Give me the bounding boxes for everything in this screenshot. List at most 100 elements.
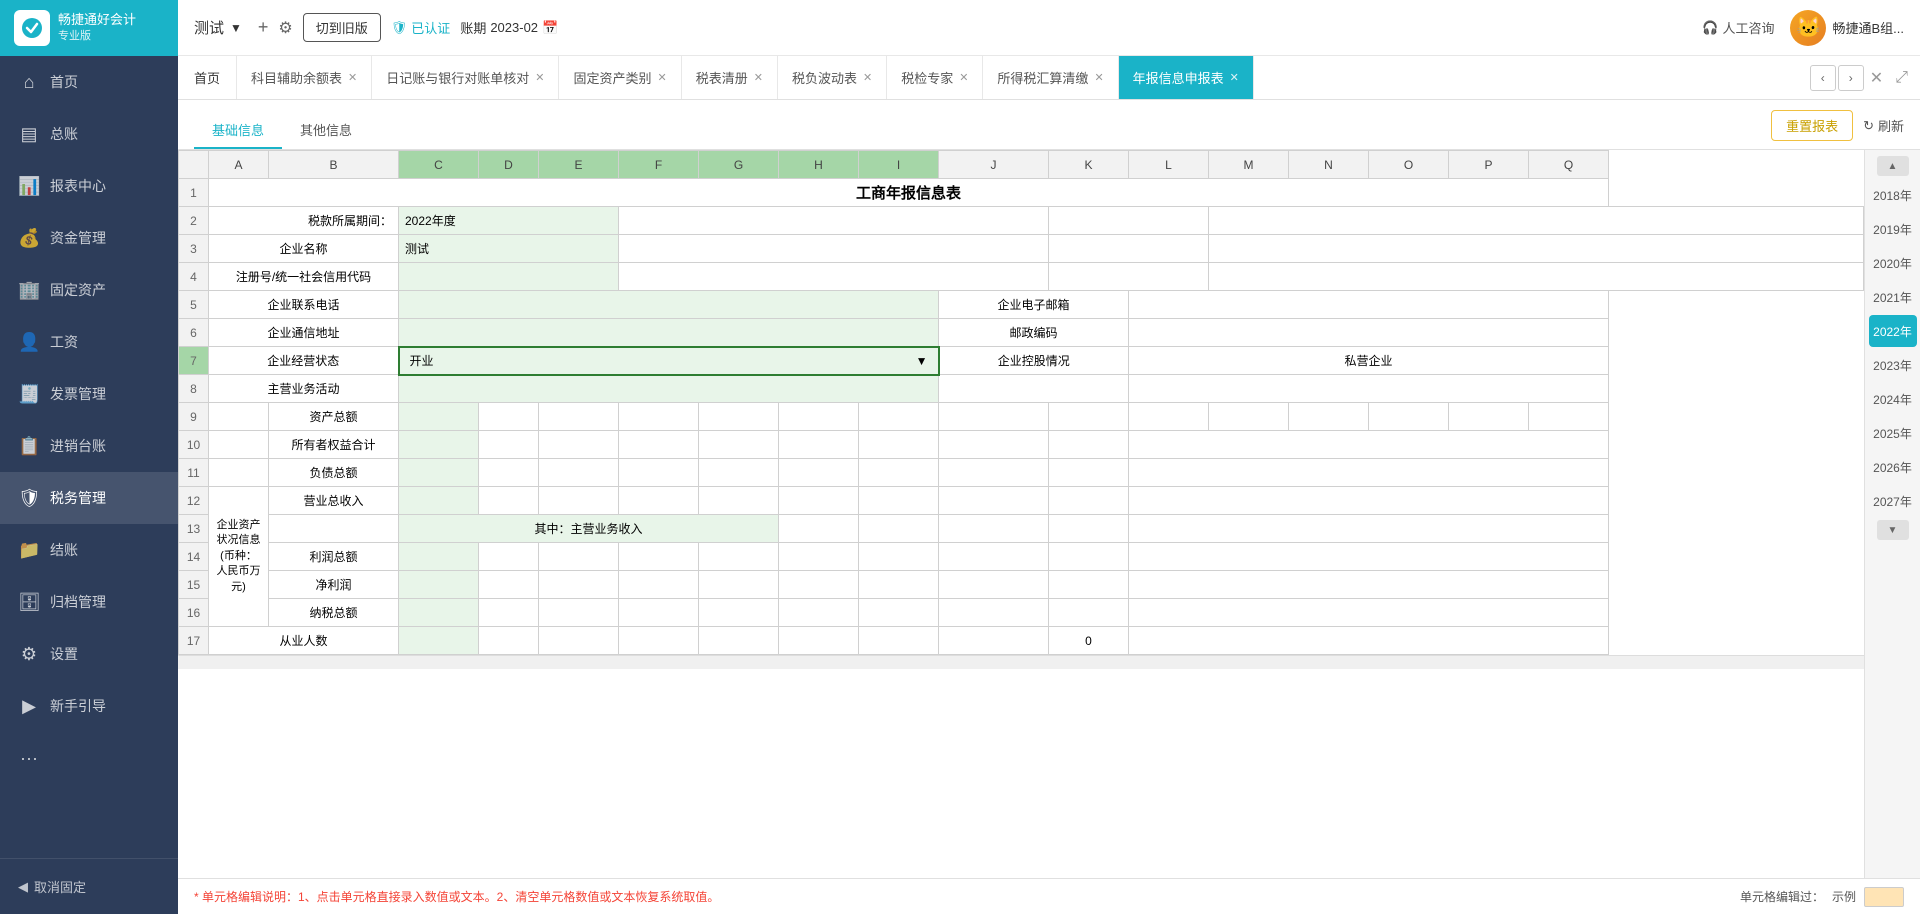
cell-i9[interactable] [859,403,939,431]
cell-b15[interactable]: 净利润 [269,571,399,599]
add-icon[interactable]: + [258,17,269,38]
tab-income-tax[interactable]: 所得税汇算清缴 ✕ [983,56,1118,99]
cell-l13[interactable] [1129,515,1609,543]
cell-m9[interactable] [1209,403,1289,431]
cell-e16[interactable] [539,599,619,627]
cell-c5[interactable] [399,291,939,319]
cell-c4[interactable] [399,263,619,291]
cell-j2[interactable] [1049,207,1209,235]
cell-f14[interactable] [619,543,699,571]
cell-a9[interactable] [209,403,269,431]
cell-j17[interactable] [939,627,1049,655]
cell-d10[interactable] [479,431,539,459]
cell-j13[interactable] [939,515,1049,543]
cell-o9[interactable] [1369,403,1449,431]
horizontal-scrollbar[interactable] [178,655,1864,669]
sidebar-item-more[interactable]: ··· [0,732,178,784]
cell-l3[interactable] [1209,235,1864,263]
cell-f4[interactable] [619,263,1049,291]
cell-l11[interactable] [1129,459,1609,487]
cell-h16[interactable] [779,599,859,627]
cell-c13[interactable]: 其中：主营业务收入 [399,515,779,543]
calendar-icon[interactable]: 📅 [542,20,558,36]
sidebar-item-assets[interactable]: 🏢 固定资产 [0,264,178,316]
year-item-2022[interactable]: 2022年 [1869,315,1917,347]
col-header-f[interactable]: F [619,151,699,179]
cell-c3[interactable]: 测试 [399,235,619,263]
cancel-fixed-btn[interactable]: ◀ 取消固定 [14,869,164,904]
cell-g15[interactable] [699,571,779,599]
cell-d17[interactable] [479,627,539,655]
cell-a6[interactable]: 企业通信地址 [209,319,399,347]
cell-c14[interactable] [399,543,479,571]
cell-e12[interactable] [539,487,619,515]
cell-f12[interactable] [619,487,699,515]
cell-c12[interactable] [399,487,479,515]
cell-f9[interactable] [619,403,699,431]
sidebar-item-guide[interactable]: ▶ 新手引导 [0,680,178,732]
tab-tax-wave-close[interactable]: ✕ [863,71,872,84]
cell-e11[interactable] [539,459,619,487]
cell-a4[interactable]: 注册号/统一社会信用代码 [209,263,399,291]
col-header-e[interactable]: E [539,151,619,179]
tab-tax-clear-close[interactable]: ✕ [754,71,763,84]
cell-h17[interactable] [779,627,859,655]
cell-k16[interactable] [1049,599,1129,627]
cell-a2[interactable]: 税款所属期间： [209,207,399,235]
cell-d15[interactable] [479,571,539,599]
cell-k15[interactable] [1049,571,1129,599]
refresh-button[interactable]: ↻ 刷新 [1863,110,1904,141]
tab-close-all-button[interactable]: ✕ [1866,68,1887,88]
consult-button[interactable]: 🎧 人工咨询 [1702,18,1774,37]
operating-status-dropdown[interactable]: 开业 ▼ [406,348,932,374]
cell-j5[interactable]: 企业电子邮箱 [939,291,1129,319]
col-header-g[interactable]: G [699,151,779,179]
cell-c6[interactable] [399,319,939,347]
spreadsheet[interactable]: A B C D E F G H I J K L [178,150,1864,878]
tab-fixed-cat-close[interactable]: ✕ [658,71,667,84]
col-header-b[interactable]: B [269,151,399,179]
year-item-2019[interactable]: 2019年 [1869,213,1917,245]
col-header-c[interactable]: C [399,151,479,179]
sidebar-item-tax[interactable]: 🛡 税务管理 [0,472,178,524]
cell-i10[interactable] [859,431,939,459]
cell-j12[interactable] [939,487,1049,515]
col-header-q[interactable]: Q [1529,151,1609,179]
sheet-title-cell[interactable]: 工商年报信息表 [209,179,1609,207]
cell-c7[interactable]: 开业 ▼ [399,347,939,375]
col-header-d[interactable]: D [479,151,539,179]
sub-tab-basic[interactable]: 基础信息 [194,112,282,149]
sidebar-item-funds[interactable]: 💰 资金管理 [0,212,178,264]
sidebar-item-reports[interactable]: 📊 报表中心 [0,160,178,212]
cell-f3[interactable] [619,235,1049,263]
cell-q9[interactable] [1529,403,1609,431]
cell-h10[interactable] [779,431,859,459]
cell-c2[interactable]: 2022年度 [399,207,619,235]
cell-h11[interactable] [779,459,859,487]
cell-f11[interactable] [619,459,699,487]
cell-l8[interactable] [1129,375,1609,403]
cell-l2[interactable] [1209,207,1864,235]
cell-c10[interactable] [399,431,479,459]
cell-b13[interactable] [269,515,399,543]
cell-a8[interactable]: 主营业务活动 [209,375,399,403]
cell-n9[interactable] [1289,403,1369,431]
cell-k12[interactable] [1049,487,1129,515]
tab-fixed-cat[interactable]: 固定资产类别 ✕ [559,56,681,99]
cell-f10[interactable] [619,431,699,459]
cell-g14[interactable] [699,543,779,571]
tab-journal[interactable]: 日记账与银行对账单核对 ✕ [372,56,559,99]
cell-a3[interactable]: 企业名称 [209,235,399,263]
cell-l17[interactable] [1129,627,1609,655]
cell-c16[interactable] [399,599,479,627]
cell-b11[interactable]: 负债总额 [269,459,399,487]
cell-k13[interactable] [1049,515,1129,543]
gear-icon[interactable]: ⚙ [278,18,292,38]
cell-i17[interactable] [859,627,939,655]
cell-e14[interactable] [539,543,619,571]
cell-l12[interactable] [1129,487,1609,515]
sidebar-item-closing[interactable]: 📁 结账 [0,524,178,576]
cell-a10[interactable] [209,431,269,459]
year-item-2024[interactable]: 2024年 [1869,383,1917,415]
tab-journal-close[interactable]: ✕ [535,71,544,84]
